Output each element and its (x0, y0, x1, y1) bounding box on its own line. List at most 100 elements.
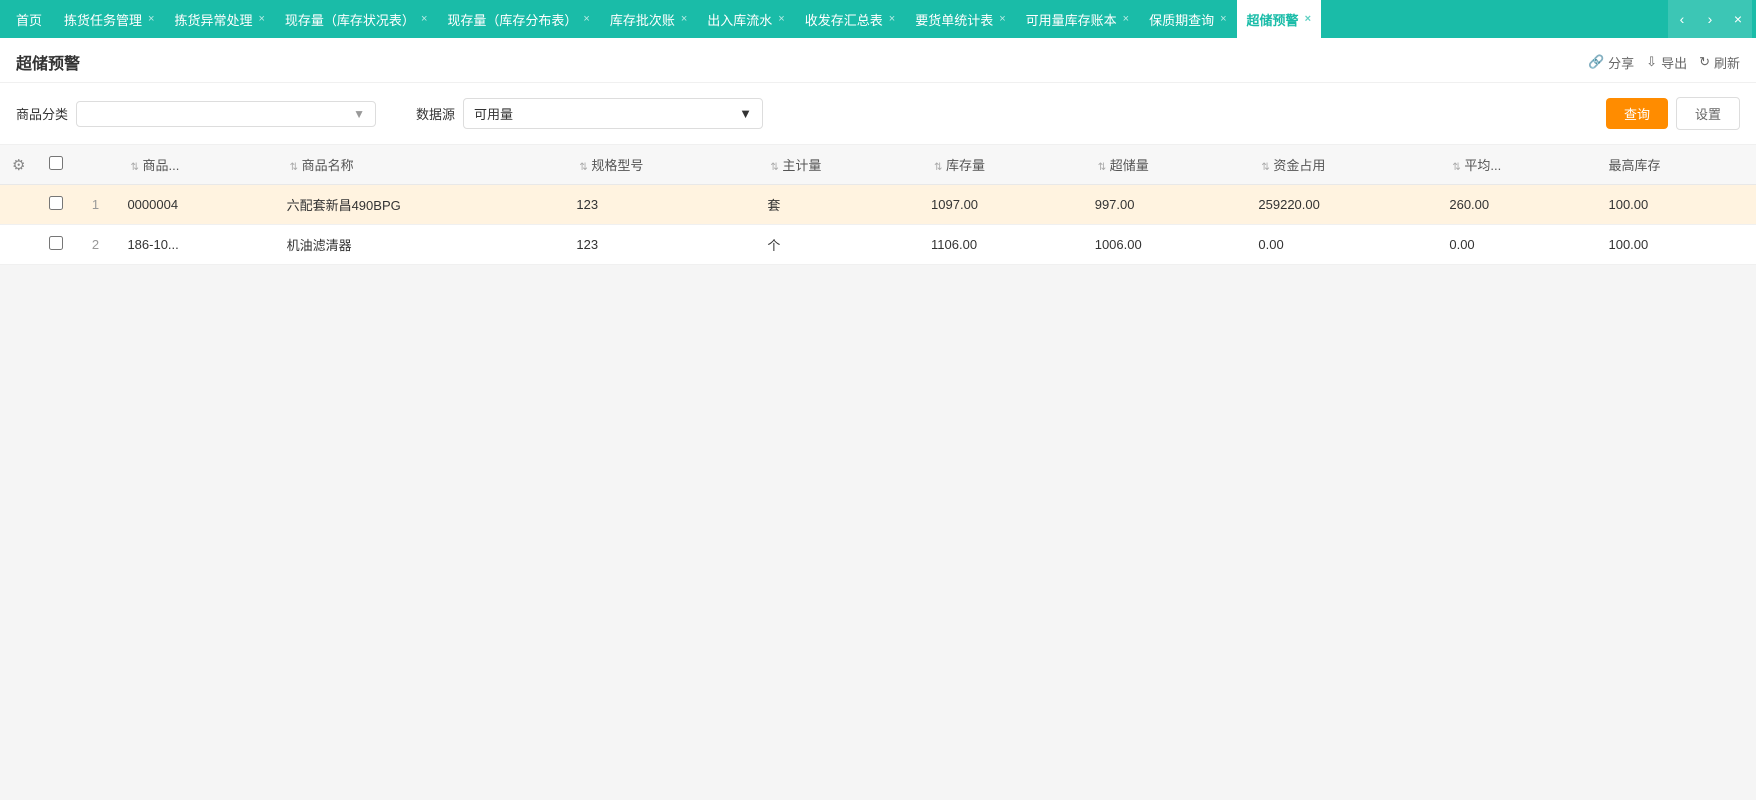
row-checkbox[interactable] (49, 236, 63, 250)
row-number: 2 (75, 225, 115, 265)
table-row: 1 0000004 六配套新昌490BPG 123 套 1097.00 997.… (0, 185, 1756, 225)
nav-arrow-close[interactable]: × (1724, 0, 1752, 38)
nav-tab-overstock[interactable]: 超储预警 × (1237, 0, 1321, 38)
row-checkbox-cell[interactable] (37, 185, 75, 225)
row-product-code: 0000004 (115, 185, 274, 225)
row-capital-occupy: 259220.00 (1246, 185, 1437, 225)
data-table: ⚙ ⇅ 商品... ⇅ 商品名称 ⇅ (0, 145, 1756, 265)
chevron-down-icon: ▼ (739, 106, 752, 121)
close-icon[interactable]: × (258, 13, 264, 25)
datasource-select[interactable]: 可用量 ▼ (463, 98, 763, 129)
sort-icon: ⇅ (130, 162, 138, 173)
checkbox-column-header[interactable] (37, 145, 75, 185)
query-button[interactable]: 查询 (1606, 98, 1668, 129)
top-navigation: 首页 拣货任务管理 × 拣货异常处理 × 现存量（库存状况表） × 现存量（库存… (0, 0, 1756, 38)
row-checkbox-cell[interactable] (37, 225, 75, 265)
nav-home[interactable]: 首页 (4, 0, 54, 38)
export-icon: ⇩ (1646, 54, 1657, 70)
nav-tab-available-inventory[interactable]: 可用量库存账本 × (1016, 0, 1139, 38)
nav-arrows: ‹ › × (1668, 0, 1752, 38)
nav-tab-inventory-status[interactable]: 现存量（库存状况表） × (275, 0, 437, 38)
table-body: 1 0000004 六配套新昌490BPG 123 套 1097.00 997.… (0, 185, 1756, 265)
nav-tab-pickers-exception[interactable]: 拣货异常处理 × (164, 0, 274, 38)
settings-button[interactable]: 设置 (1676, 97, 1740, 130)
table-wrap: ⚙ ⇅ 商品... ⇅ 商品名称 ⇅ (0, 145, 1756, 265)
close-icon[interactable]: × (583, 13, 589, 25)
row-max-stock: 100.00 (1596, 225, 1756, 265)
row-stock: 1106.00 (919, 225, 1083, 265)
page-content: 超储预警 🔗 分享 ⇩ 导出 ↻ 刷新 商品分类 ▼ 数据源 (0, 38, 1756, 265)
row-gear-cell (0, 185, 37, 225)
page-title: 超储预警 (16, 50, 80, 74)
row-average: 0.00 (1437, 225, 1596, 265)
row-product-name: 六配套新昌490BPG (275, 185, 565, 225)
close-icon[interactable]: × (421, 13, 427, 25)
row-product-name: 机油滤清器 (275, 225, 565, 265)
nav-tab-demand-stats[interactable]: 要货单统计表 × (905, 0, 1015, 38)
sort-icon: ⇅ (1452, 162, 1460, 173)
share-icon: 🔗 (1588, 54, 1604, 70)
close-icon[interactable]: × (778, 13, 784, 25)
row-number: 1 (75, 185, 115, 225)
nav-tab-inventory-batch[interactable]: 库存批次账 × (600, 0, 697, 38)
close-icon[interactable]: × (1220, 13, 1226, 25)
nav-tab-summary[interactable]: 收发存汇总表 × (795, 0, 905, 38)
nav-arrow-left[interactable]: ‹ (1668, 0, 1696, 38)
sort-icon: ⇅ (1098, 162, 1106, 173)
average-column-header[interactable]: ⇅ 平均... (1437, 145, 1596, 185)
gear-column-header[interactable]: ⚙ (0, 145, 37, 185)
category-select[interactable]: ▼ (76, 101, 376, 127)
chevron-down-icon: ▼ (353, 107, 365, 121)
nav-tab-flow[interactable]: 出入库流水 × (697, 0, 794, 38)
spec-column-header[interactable]: ⇅ 规格型号 (564, 145, 755, 185)
capital-column-header[interactable]: ⇅ 资金占用 (1246, 145, 1437, 185)
sort-icon: ⇅ (290, 162, 298, 173)
row-spec: 123 (564, 225, 755, 265)
row-over-stock: 997.00 (1083, 185, 1247, 225)
table-row: 2 186-10... 机油滤清器 123 个 1106.00 1006.00 … (0, 225, 1756, 265)
category-filter: 商品分类 ▼ (16, 101, 376, 127)
close-icon[interactable]: × (1123, 13, 1129, 25)
share-button[interactable]: 🔗 分享 (1588, 53, 1634, 72)
row-product-code: 186-10... (115, 225, 274, 265)
close-icon[interactable]: × (148, 13, 154, 25)
datasource-label: 数据源 (416, 104, 455, 123)
sort-icon: ⇅ (770, 162, 778, 173)
datasource-filter: 数据源 可用量 ▼ (416, 98, 763, 129)
row-over-stock: 1006.00 (1083, 225, 1247, 265)
close-icon[interactable]: × (681, 13, 687, 25)
page-header: 超储预警 🔗 分享 ⇩ 导出 ↻ 刷新 (0, 38, 1756, 83)
row-gear-cell (0, 225, 37, 265)
close-icon[interactable]: × (999, 13, 1005, 25)
row-checkbox[interactable] (49, 196, 63, 210)
select-all-checkbox[interactable] (49, 156, 63, 170)
refresh-button[interactable]: ↻ 刷新 (1699, 53, 1740, 72)
nav-tab-quality-query[interactable]: 保质期查询 × (1139, 0, 1236, 38)
row-max-stock: 100.00 (1596, 185, 1756, 225)
sort-icon: ⇅ (579, 162, 587, 173)
rownum-column-header (75, 145, 115, 185)
row-unit: 个 (755, 225, 919, 265)
product-code-column-header[interactable]: ⇅ 商品... (115, 145, 274, 185)
close-icon[interactable]: × (889, 13, 895, 25)
row-unit: 套 (755, 185, 919, 225)
nav-tab-pickers-task[interactable]: 拣货任务管理 × (54, 0, 164, 38)
stock-column-header[interactable]: ⇅ 库存量 (919, 145, 1083, 185)
close-icon[interactable]: × (1305, 13, 1311, 25)
unit-column-header[interactable]: ⇅ 主计量 (755, 145, 919, 185)
table-header-row: ⚙ ⇅ 商品... ⇅ 商品名称 ⇅ (0, 145, 1756, 185)
max-stock-column-header[interactable]: 最高库存 (1596, 145, 1756, 185)
sort-icon: ⇅ (1261, 162, 1269, 173)
header-actions: 🔗 分享 ⇩ 导出 ↻ 刷新 (1588, 53, 1740, 72)
product-name-column-header[interactable]: ⇅ 商品名称 (275, 145, 565, 185)
action-buttons: 查询 设置 (1606, 97, 1740, 130)
gear-icon[interactable]: ⚙ (12, 157, 25, 174)
nav-tab-inventory-dist[interactable]: 现存量（库存分布表） × (437, 0, 599, 38)
row-spec: 123 (564, 185, 755, 225)
filter-area: 商品分类 ▼ 数据源 可用量 ▼ 查询 设置 (0, 83, 1756, 145)
row-average: 260.00 (1437, 185, 1596, 225)
export-button[interactable]: ⇩ 导出 (1646, 53, 1687, 72)
over-stock-column-header[interactable]: ⇅ 超储量 (1083, 145, 1247, 185)
sort-icon: ⇅ (934, 162, 942, 173)
nav-arrow-right[interactable]: › (1696, 0, 1724, 38)
